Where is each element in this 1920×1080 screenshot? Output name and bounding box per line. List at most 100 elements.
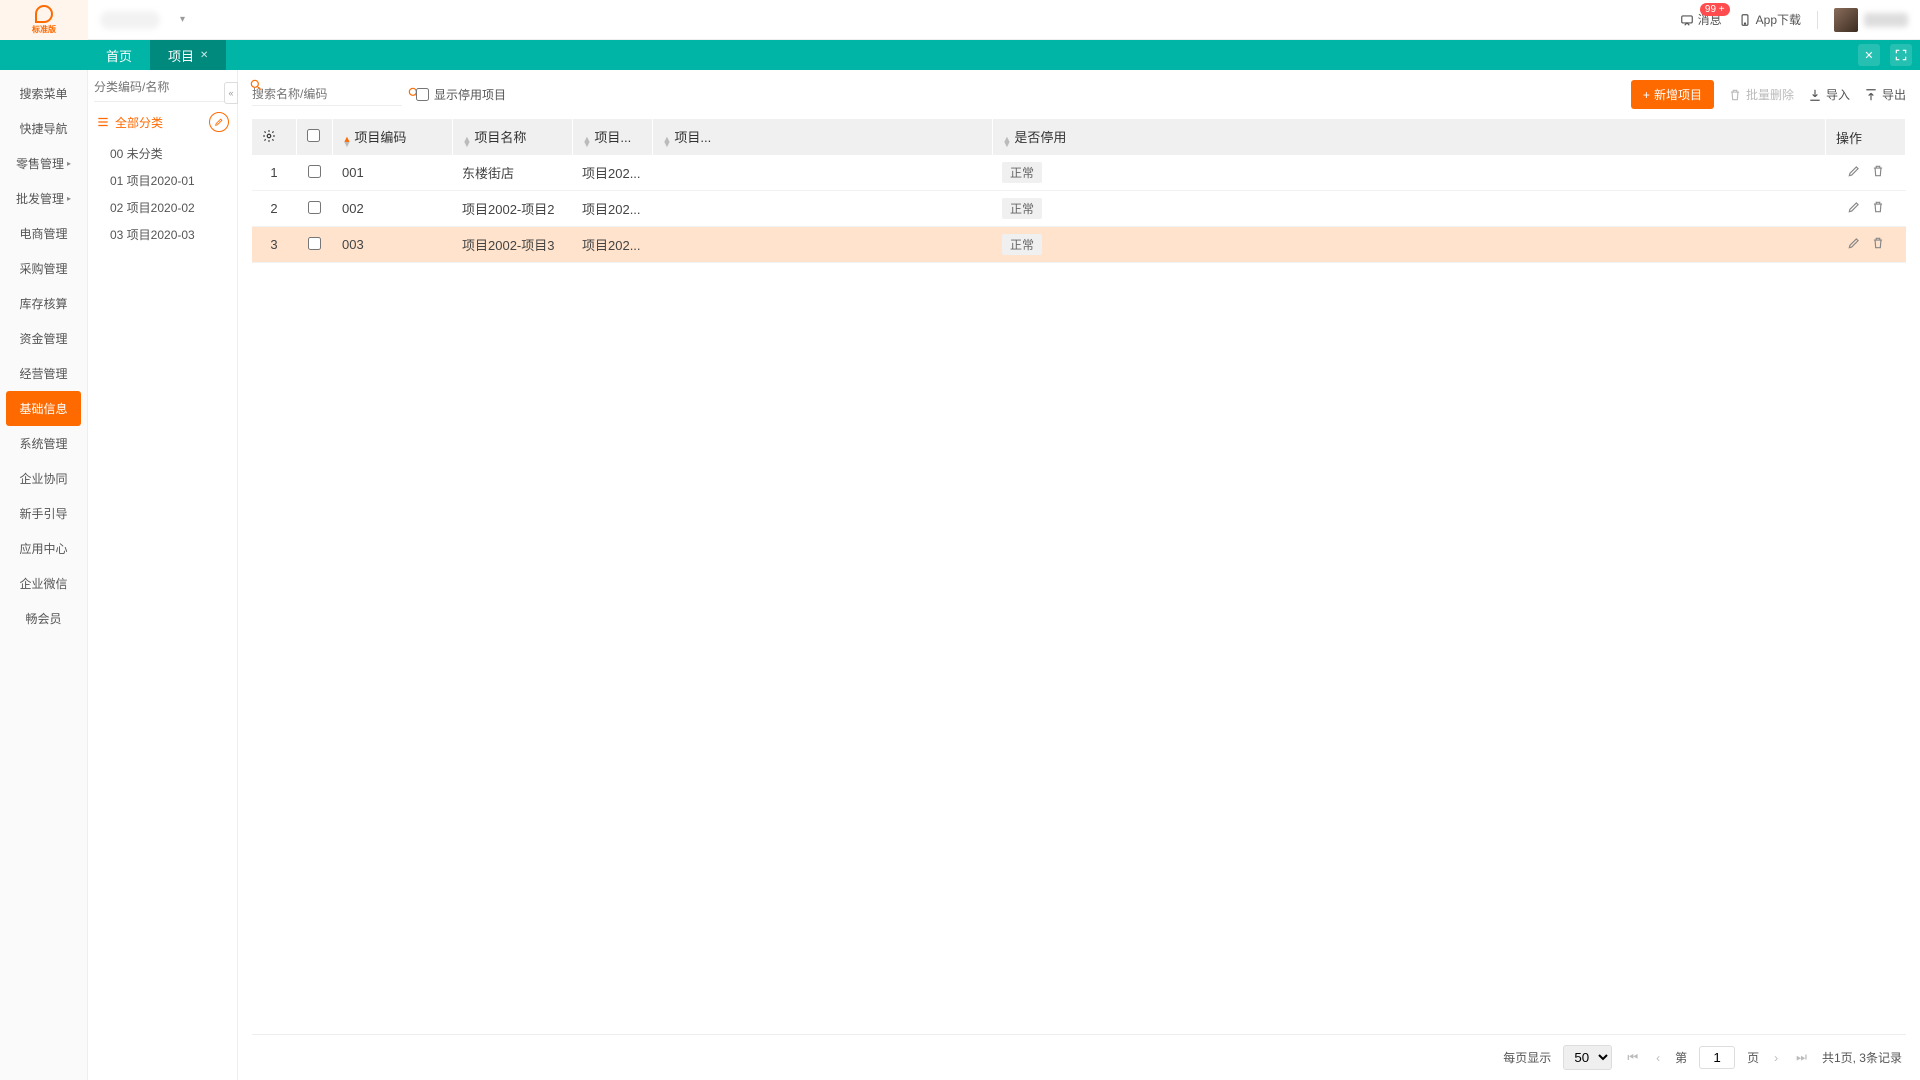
search-icon[interactable]	[249, 78, 263, 95]
list-icon	[96, 115, 110, 129]
edit-row-button[interactable]	[1847, 164, 1861, 181]
collapse-panel-button[interactable]: «	[224, 82, 238, 104]
close-icon[interactable]: ✕	[200, 50, 208, 61]
sidebar-item-3[interactable]: 批发管理▸	[0, 181, 87, 216]
sidebar-item-15[interactable]: 畅会员	[0, 601, 87, 636]
sidebar-item-9[interactable]: 基础信息	[6, 391, 81, 426]
app-download-button[interactable]: App下载	[1738, 11, 1801, 28]
sidebar-item-6[interactable]: 库存核算	[0, 286, 87, 321]
column-name[interactable]: ▲▼项目名称	[452, 119, 572, 155]
category-item-1[interactable]: 01 项目2020-01	[94, 167, 231, 194]
edit-row-button[interactable]	[1847, 236, 1861, 253]
edit-category-button[interactable]	[209, 112, 229, 132]
row-checkbox-cell[interactable]	[296, 191, 332, 227]
column-category[interactable]: ▲▼项目...	[572, 119, 652, 155]
page-input[interactable]	[1699, 1046, 1735, 1069]
tab-project[interactable]: 项目 ✕	[150, 40, 226, 70]
row-checkbox-cell[interactable]	[296, 155, 332, 191]
sidebar-item-12[interactable]: 新手引导	[0, 496, 87, 531]
category-root[interactable]: 全部分类	[94, 108, 231, 136]
status-badge: 正常	[1002, 234, 1042, 255]
pagination: 每页显示 50 ⏮ ‹ 第 页 › ⏭ 共1页, 3条记录	[252, 1034, 1906, 1080]
status-badge: 正常	[1002, 198, 1042, 219]
sidebar-item-10[interactable]: 系统管理	[0, 426, 87, 461]
sidebar-item-label: 库存核算	[19, 295, 67, 312]
trash-icon	[1871, 200, 1885, 214]
close-all-tabs-button[interactable]: ✕	[1858, 44, 1880, 66]
chat-icon	[1680, 13, 1694, 27]
show-disabled-checkbox[interactable]: 显示停用项目	[416, 86, 506, 103]
sidebar-item-2[interactable]: 零售管理▸	[0, 146, 87, 181]
row-index: 3	[252, 227, 296, 263]
user-menu[interactable]	[1834, 8, 1908, 32]
table-row[interactable]: 3003项目2002-项目3项目202...正常	[252, 227, 1906, 263]
messages-button[interactable]: 消息 99 +	[1680, 11, 1722, 28]
add-project-label: 新增项目	[1654, 86, 1702, 103]
project-table: ▲▼项目编码 ▲▼项目名称 ▲▼项目... ▲▼项目... ▲▼是否停用 操作 …	[252, 119, 1906, 263]
category-item-0[interactable]: 00 未分类	[94, 140, 231, 167]
tab-label: 首页	[106, 46, 132, 65]
table-row[interactable]: 1001东楼街店项目202...正常	[252, 155, 1906, 191]
row-checkbox[interactable]	[308, 165, 321, 178]
search-box	[252, 84, 402, 106]
delete-row-button[interactable]	[1871, 200, 1885, 217]
category-list: 00 未分类01 项目2020-0102 项目2020-0203 项目2020-…	[94, 140, 231, 248]
select-all-header[interactable]	[296, 119, 332, 155]
show-disabled-input[interactable]	[416, 88, 429, 101]
sidebar-item-4[interactable]: 电商管理	[0, 216, 87, 251]
column-code[interactable]: ▲▼项目编码	[332, 119, 452, 155]
export-icon	[1864, 88, 1878, 102]
fullscreen-button[interactable]	[1890, 44, 1912, 66]
import-button[interactable]: 导入	[1808, 86, 1850, 103]
row-category: 项目202...	[572, 155, 652, 191]
category-search	[94, 78, 231, 102]
row-remark	[652, 191, 992, 227]
sidebar-item-8[interactable]: 经营管理	[0, 356, 87, 391]
row-checkbox[interactable]	[308, 237, 321, 250]
sidebar-item-11[interactable]: 企业协同	[0, 461, 87, 496]
top-header: 标准版 ▾ 消息 99 + App下载	[0, 0, 1920, 40]
last-page-button[interactable]: ⏭	[1793, 1050, 1810, 1065]
org-selector-blur[interactable]	[100, 11, 160, 29]
delete-row-button[interactable]	[1871, 164, 1885, 181]
table-row[interactable]: 2002项目2002-项目2项目202...正常	[252, 191, 1906, 227]
next-page-button[interactable]: ›	[1771, 1051, 1781, 1065]
row-checkbox-cell[interactable]	[296, 227, 332, 263]
row-index: 2	[252, 191, 296, 227]
sidebar-item-7[interactable]: 资金管理	[0, 321, 87, 356]
toolbar: 显示停用项目 + 新增项目 批量删除 导入 导出	[252, 80, 1906, 109]
select-all-checkbox[interactable]	[307, 129, 320, 142]
tab-label: 项目	[168, 46, 194, 65]
export-button[interactable]: 导出	[1864, 86, 1906, 103]
column-settings-button[interactable]	[252, 119, 296, 155]
sidebar-item-5[interactable]: 采购管理	[0, 251, 87, 286]
export-label: 导出	[1882, 86, 1906, 103]
gear-icon	[262, 129, 276, 143]
sidebar-item-14[interactable]: 企业微信	[0, 566, 87, 601]
edit-row-button[interactable]	[1847, 200, 1861, 217]
sidebar-item-0[interactable]: 搜索菜单	[0, 76, 87, 111]
column-remark[interactable]: ▲▼项目...	[652, 119, 992, 155]
sidebar-item-label: 基础信息	[19, 400, 67, 417]
search-input[interactable]	[252, 87, 407, 101]
tab-home[interactable]: 首页	[88, 40, 150, 70]
sidebar-item-13[interactable]: 应用中心	[0, 531, 87, 566]
prev-page-button[interactable]: ‹	[1653, 1051, 1663, 1065]
sidebar-item-label: 资金管理	[19, 330, 67, 347]
category-item-3[interactable]: 03 项目2020-03	[94, 221, 231, 248]
category-item-2[interactable]: 02 项目2020-02	[94, 194, 231, 221]
row-status: 正常	[992, 191, 1826, 227]
batch-delete-button[interactable]: 批量删除	[1728, 86, 1794, 103]
per-page-label: 每页显示	[1503, 1049, 1551, 1066]
per-page-select[interactable]: 50	[1563, 1045, 1612, 1070]
sidebar-item-1[interactable]: 快捷导航	[0, 111, 87, 146]
chevron-down-icon[interactable]: ▾	[180, 14, 185, 25]
delete-row-button[interactable]	[1871, 236, 1885, 253]
first-page-button[interactable]: ⏮	[1624, 1050, 1641, 1065]
import-icon	[1808, 88, 1822, 102]
column-disabled[interactable]: ▲▼是否停用	[992, 119, 1826, 155]
row-checkbox[interactable]	[308, 201, 321, 214]
add-project-button[interactable]: + 新增项目	[1631, 80, 1714, 109]
messages-badge: 99 +	[1700, 3, 1730, 16]
phone-icon	[1738, 13, 1752, 27]
